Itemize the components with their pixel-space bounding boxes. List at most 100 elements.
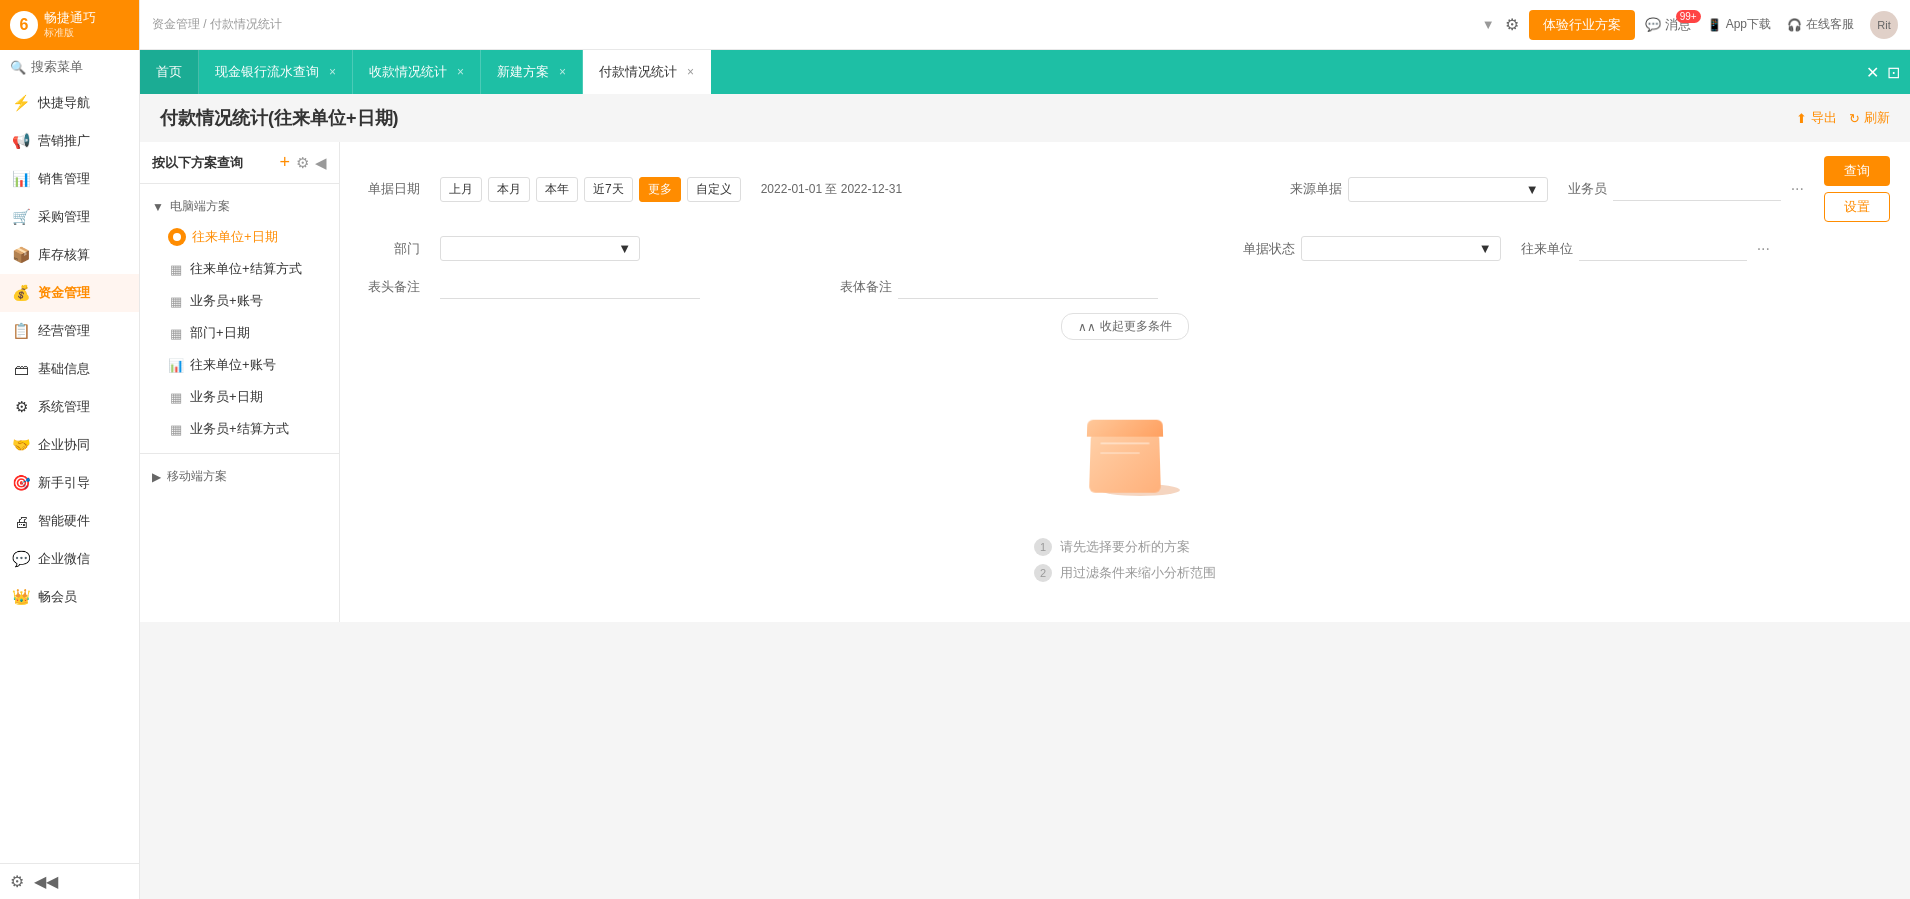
date-btn-more[interactable]: 更多 <box>639 177 681 202</box>
sidebar-item-hardware[interactable]: 🖨 智能硬件 <box>0 502 139 540</box>
expand-tab-icon[interactable]: ⊡ <box>1887 63 1900 82</box>
app-download-button[interactable]: 📱 App下载 <box>1707 16 1771 33</box>
hardware-icon: 🖨 <box>12 512 30 530</box>
date-btn-custom[interactable]: 自定义 <box>687 177 741 202</box>
date-filter-buttons: 上月 本月 本年 近7天 更多 自定义 <box>440 177 741 202</box>
operation-icon: 📋 <box>12 322 30 340</box>
settings-button[interactable]: 设置 <box>1824 192 1890 222</box>
sidebar-item-operation[interactable]: 📋 经营管理 <box>0 312 139 350</box>
panel-collapse-icon[interactable]: ◀ <box>315 154 327 172</box>
message-button[interactable]: 💬 消息 99+ <box>1645 16 1691 34</box>
source-select-arrow: ▼ <box>1526 182 1539 197</box>
sidebar-item-basics[interactable]: 🗃 基础信息 <box>0 350 139 388</box>
sidebar-item-label: 销售管理 <box>38 170 90 188</box>
scheme-item-dept-date[interactable]: ▦ 部门+日期 <box>140 317 339 349</box>
date-range-text: 2022-01-01 至 2022-12-31 <box>761 181 902 198</box>
employee-more-icon[interactable]: ··· <box>1791 180 1804 198</box>
mobile-section-arrow: ▶ <box>152 470 161 484</box>
refresh-icon: ↻ <box>1849 111 1860 126</box>
employee-filter-label: 业务员 <box>1568 180 1607 198</box>
sidebar-item-guide[interactable]: 🎯 新手引导 <box>0 464 139 502</box>
page-header-buttons: ⬆ 导出 ↻ 刷新 <box>1796 109 1890 127</box>
scheme-item-partner-account[interactable]: 📊 往来单位+账号 <box>140 349 339 381</box>
hint-2: 2 用过滤条件来缩小分析范围 <box>1034 564 1216 582</box>
partner-input[interactable] <box>1579 237 1747 261</box>
tab-new-scheme-label: 新建方案 <box>497 63 549 81</box>
box-line1 <box>1100 442 1149 444</box>
svg-point-0 <box>173 233 181 241</box>
refresh-button[interactable]: ↻ 刷新 <box>1849 109 1890 127</box>
tab-receipt-stats-close[interactable]: × <box>457 65 464 79</box>
filter-row-2: 部门 ▼ 单据状态 ▼ <box>360 236 1890 261</box>
page-header: 付款情况统计(往来单位+日期) ⬆ 导出 ↻ 刷新 <box>140 94 1910 142</box>
capital-icon: 💰 <box>12 284 30 302</box>
body-note-input[interactable] <box>898 275 1158 299</box>
sidebar-item-label: 企业协同 <box>38 436 90 454</box>
scheme-item-employee-settle[interactable]: ▦ 业务员+结算方式 <box>140 413 339 445</box>
inventory-icon: 📦 <box>12 246 30 264</box>
employee-filter-group: 业务员 ··· <box>1568 177 1804 201</box>
left-panel-header: 按以下方案查询 + ⚙ ◀ <box>140 142 339 184</box>
search-menu[interactable]: 🔍 搜索菜单 <box>0 50 139 84</box>
scheme-item-employee-date[interactable]: ▦ 业务员+日期 <box>140 381 339 413</box>
user-avatar[interactable]: Rit <box>1870 11 1898 39</box>
mobile-section-title[interactable]: ▶ 移动端方案 <box>140 462 339 491</box>
date-btn-last-month[interactable]: 上月 <box>440 177 482 202</box>
sidebar-item-sales[interactable]: 📊 销售管理 <box>0 160 139 198</box>
sidebar-item-label: 经营管理 <box>38 322 90 340</box>
source-select[interactable]: ▼ <box>1348 177 1548 202</box>
partner-filter-label: 往来单位 <box>1521 240 1573 258</box>
trial-button[interactable]: 体验行业方案 <box>1529 10 1635 40</box>
tab-receipt-stats[interactable]: 收款情况统计 × <box>353 50 481 94</box>
partner-more-icon[interactable]: ··· <box>1757 240 1770 258</box>
dept-select[interactable]: ▼ <box>440 236 640 261</box>
scheme-settings-icon[interactable]: ⚙ <box>296 154 309 172</box>
date-btn-this-year[interactable]: 本年 <box>536 177 578 202</box>
settings-bottom-icon[interactable]: ⚙ <box>10 872 24 891</box>
tab-new-scheme-close[interactable]: × <box>559 65 566 79</box>
collapse-sidebar-icon[interactable]: ◀◀ <box>34 872 58 891</box>
user-name: Rit <box>1877 19 1890 31</box>
tab-cash-flow-close[interactable]: × <box>329 65 336 79</box>
tab-payment-stats-close[interactable]: × <box>687 65 694 79</box>
employee-input[interactable] <box>1613 177 1781 201</box>
active-dot <box>168 228 186 246</box>
close-all-tabs-icon[interactable]: ✕ <box>1866 63 1879 82</box>
tab-cash-flow[interactable]: 现金银行流水查询 × <box>199 50 353 94</box>
scheme-item-employee-account[interactable]: ▦ 业务员+账号 <box>140 285 339 317</box>
collapse-filter-button[interactable]: ∧∧ 收起更多条件 <box>1061 313 1189 340</box>
date-btn-this-month[interactable]: 本月 <box>488 177 530 202</box>
sidebar-item-purchase[interactable]: 🛒 采购管理 <box>0 198 139 236</box>
online-service-button[interactable]: 🎧 在线客服 <box>1787 16 1854 33</box>
header-note-input[interactable] <box>440 275 700 299</box>
sidebar-item-inventory[interactable]: 📦 库存核算 <box>0 236 139 274</box>
dept-select-arrow: ▼ <box>618 241 631 256</box>
box-body <box>1089 433 1161 493</box>
sidebar-item-label: 智能硬件 <box>38 512 90 530</box>
sidebar-item-quick-nav[interactable]: ⚡ 快捷导航 <box>0 84 139 122</box>
collapse-row: ∧∧ 收起更多条件 <box>360 313 1890 340</box>
scheme-item-partner-date[interactable]: 往来单位+日期 <box>140 221 339 253</box>
doc-status-select[interactable]: ▼ <box>1301 236 1501 261</box>
sidebar-item-capital[interactable]: 💰 资金管理 <box>0 274 139 312</box>
tab-home[interactable]: 首页 <box>140 50 199 94</box>
sidebar-item-weixin[interactable]: 💬 企业微信 <box>0 540 139 578</box>
scheme-item-partner-settle[interactable]: ▦ 往来单位+结算方式 <box>140 253 339 285</box>
breadcrumb-arrow[interactable]: ▼ <box>1482 17 1495 32</box>
pc-section-title[interactable]: ▼ 电脑端方案 <box>140 192 339 221</box>
scheme-icon: ▦ <box>168 421 184 437</box>
query-button[interactable]: 查询 <box>1824 156 1890 186</box>
body-note-label: 表体备注 <box>840 278 892 296</box>
sidebar-item-member[interactable]: 👑 畅会员 <box>0 578 139 616</box>
topbar-gear-icon[interactable]: ⚙ <box>1505 15 1519 34</box>
tab-new-scheme[interactable]: 新建方案 × <box>481 50 583 94</box>
tab-payment-stats[interactable]: 付款情况统计 × <box>583 50 711 94</box>
scheme-icon: ▦ <box>168 325 184 341</box>
add-scheme-icon[interactable]: + <box>279 152 290 173</box>
topbar-right: 💬 消息 99+ 📱 App下载 🎧 在线客服 Rit <box>1645 11 1898 39</box>
sidebar-item-system[interactable]: ⚙ 系统管理 <box>0 388 139 426</box>
export-button[interactable]: ⬆ 导出 <box>1796 109 1837 127</box>
sidebar-item-marketing[interactable]: 📢 营销推广 <box>0 122 139 160</box>
date-btn-last-7-days[interactable]: 近7天 <box>584 177 633 202</box>
sidebar-item-enterprise[interactable]: 🤝 企业协同 <box>0 426 139 464</box>
